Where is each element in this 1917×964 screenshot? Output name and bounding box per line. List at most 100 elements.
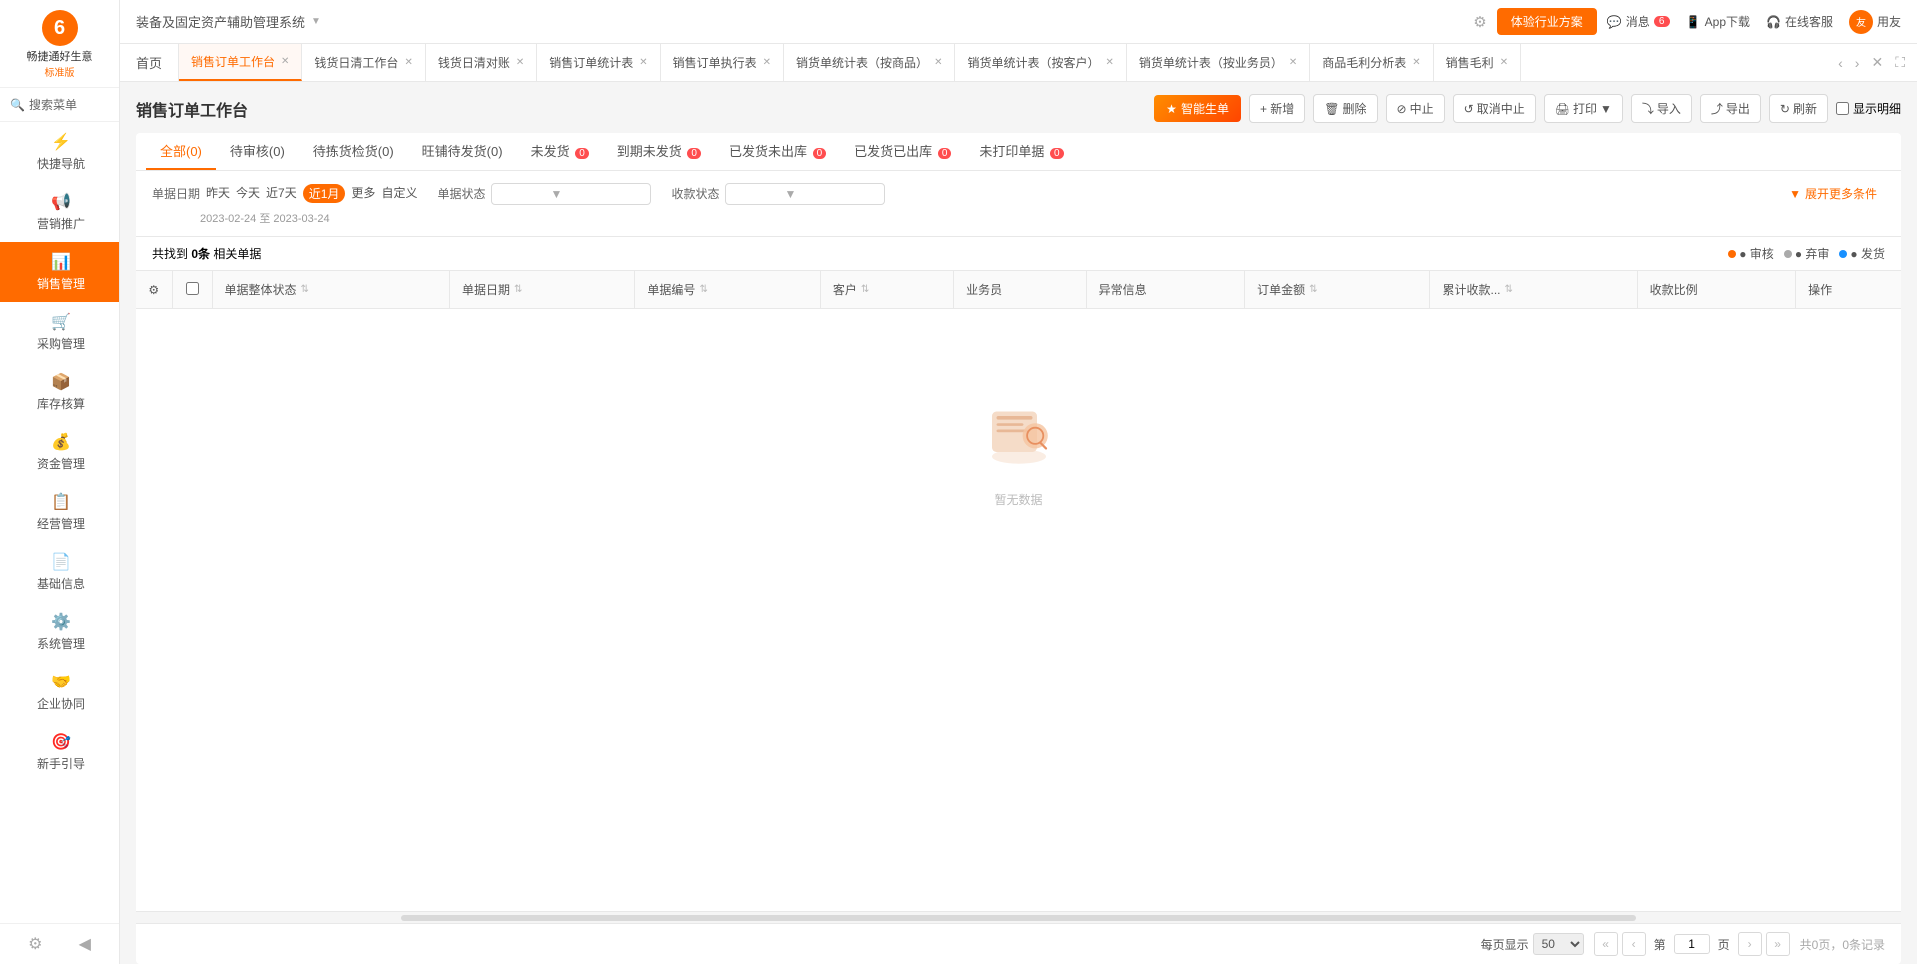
sidebar: 6 畅捷通好生意 标准版 🔍 搜索菜单 ⚡ 快捷导航 📢 营销推广 📊 销售管理…: [0, 0, 120, 964]
tab-close-icon[interactable]: ✕: [516, 57, 524, 68]
date-quick-links: 昨天 今天 近7天 近1月 更多 自定义: [206, 184, 417, 203]
app-title-dropdown-icon[interactable]: ▼: [311, 16, 321, 27]
page-title: 销售订单工作台: [136, 97, 248, 121]
page-label: 第: [1654, 936, 1666, 953]
tab-next-button[interactable]: ›: [1851, 53, 1864, 73]
search-menu-item[interactable]: 🔍 搜索菜单: [0, 88, 119, 122]
tab-cash-daily[interactable]: 钱货日清工作台 ✕: [302, 44, 425, 81]
suspend-button[interactable]: ⊘ 中止: [1386, 94, 1445, 123]
prev-page-button[interactable]: ‹: [1622, 932, 1646, 956]
import-button[interactable]: ⤵ 导入: [1631, 94, 1692, 123]
sidebar-item-system[interactable]: ⚙️ 系统管理: [0, 602, 119, 662]
date-yesterday[interactable]: 昨天: [206, 184, 230, 203]
experience-button[interactable]: 体验行业方案: [1497, 8, 1597, 35]
online-service-button[interactable]: 🎧 在线客服: [1766, 13, 1833, 30]
pagination: « ‹ 第 页 › »: [1594, 932, 1790, 956]
date-7days[interactable]: 近7天: [266, 184, 297, 203]
delete-button[interactable]: 🗑 删除: [1313, 94, 1377, 123]
filter-tab-not-shipped[interactable]: 未发货 0: [517, 133, 603, 170]
settings-gear-icon[interactable]: ⚙: [1473, 13, 1486, 31]
sidebar-item-operation[interactable]: 📋 经营管理: [0, 482, 119, 542]
review-action-button[interactable]: ● 审核: [1728, 245, 1774, 262]
tab-close-icon[interactable]: ✕: [281, 56, 289, 67]
col-number: 单据编号 ⇅: [635, 271, 820, 309]
page-size-select[interactable]: 20 50 100: [1533, 933, 1584, 955]
show-detail-checkbox-label[interactable]: 显示明细: [1836, 100, 1901, 117]
tab-sales-summary-product[interactable]: 销货单统计表（按商品） ✕: [784, 44, 955, 81]
last-page-button[interactable]: »: [1766, 932, 1790, 956]
status-select[interactable]: ▼: [491, 183, 651, 205]
status-sort-button[interactable]: 单据整体状态 ⇅: [225, 281, 438, 298]
filter-tab-not-printed[interactable]: 未打印单据 0: [965, 133, 1077, 170]
filter-tab-all[interactable]: 全部(0): [146, 133, 216, 170]
sidebar-item-basic[interactable]: 📄 基础信息: [0, 542, 119, 602]
next-page-button[interactable]: ›: [1738, 932, 1762, 956]
show-detail-checkbox[interactable]: [1836, 102, 1849, 115]
tab-home[interactable]: 首页: [120, 44, 179, 81]
tab-prev-button[interactable]: ‹: [1834, 53, 1847, 73]
tab-close-icon[interactable]: ✕: [1412, 57, 1420, 68]
collected-sort-button[interactable]: 累计收款... ⇅: [1442, 281, 1624, 298]
tab-close-icon[interactable]: ✕: [934, 57, 942, 68]
payment-select[interactable]: ▼: [725, 183, 885, 205]
sidebar-item-inventory[interactable]: 📦 库存核算: [0, 362, 119, 422]
select-all-checkbox[interactable]: [186, 282, 199, 295]
tab-sales-exec[interactable]: 销售订单执行表 ✕: [661, 44, 784, 81]
page-number-input[interactable]: [1674, 934, 1710, 954]
tab-sales-summary-staff[interactable]: 销货单统计表（按业务员） ✕: [1127, 44, 1310, 81]
sidebar-item-finance[interactable]: 💰 资金管理: [0, 422, 119, 482]
number-sort-button[interactable]: 单据编号 ⇅: [647, 281, 807, 298]
sidebar-item-marketing[interactable]: 📢 营销推广: [0, 182, 119, 242]
tab-sales-workbench[interactable]: 销售订单工作台 ✕: [179, 44, 302, 81]
date-sort-button[interactable]: 单据日期 ⇅: [462, 281, 622, 298]
tab-close-all-button[interactable]: ✕: [1867, 52, 1887, 73]
user-menu[interactable]: 友 用友: [1849, 10, 1901, 34]
print-button[interactable]: 🖨 打印 ▼: [1544, 94, 1623, 123]
sidebar-item-enterprise[interactable]: 🤝 企业协同: [0, 662, 119, 722]
horizontal-scrollbar[interactable]: [401, 915, 1637, 921]
sidebar-item-sales[interactable]: 📊 销售管理: [0, 242, 119, 302]
first-page-button[interactable]: «: [1594, 932, 1618, 956]
sidebar-item-purchase[interactable]: 🛒 采购管理: [0, 302, 119, 362]
tab-close-icon[interactable]: ✕: [404, 57, 412, 68]
tab-gross-profit[interactable]: 商品毛利分析表 ✕: [1310, 44, 1433, 81]
cancel-suspend-button[interactable]: ↺ 取消中止: [1453, 94, 1536, 123]
sidebar-item-quick-nav[interactable]: ⚡ 快捷导航: [0, 122, 119, 182]
column-settings-icon[interactable]: ⚙: [148, 283, 159, 297]
filter-tab-shipped-out[interactable]: 已发货已出库 0: [840, 133, 965, 170]
filter-tab-pending-review[interactable]: 待审核(0): [216, 133, 299, 170]
date-1month[interactable]: 近1月: [303, 184, 346, 203]
tab-sales-summary-customer[interactable]: 销货单统计表（按客户） ✕: [955, 44, 1126, 81]
filter-tab-overdue[interactable]: 到期未发货 0: [603, 133, 715, 170]
tab-cash-reconcile[interactable]: 钱货日清对账 ✕: [426, 44, 537, 81]
anti-review-action-button[interactable]: ● 弃审: [1784, 245, 1830, 262]
export-button[interactable]: ⤴ 导出: [1700, 94, 1761, 123]
refresh-button[interactable]: ↻ 刷新: [1769, 94, 1828, 123]
date-custom[interactable]: 自定义: [381, 184, 417, 203]
customer-sort-button[interactable]: 客户 ⇅: [833, 281, 941, 298]
messages-button[interactable]: 💬 消息 6: [1607, 13, 1670, 30]
ship-action-button[interactable]: ● 发货: [1839, 245, 1885, 262]
tab-close-icon[interactable]: ✕: [1105, 57, 1113, 68]
date-today[interactable]: 今天: [236, 184, 260, 203]
app-download-button[interactable]: 📱 App下载: [1686, 13, 1750, 30]
filter-tab-wangpu[interactable]: 旺铺待发货(0): [408, 133, 517, 170]
tab-close-icon[interactable]: ✕: [1500, 57, 1508, 68]
amount-sort-button[interactable]: 订单金额 ⇅: [1257, 281, 1417, 298]
settings-bottom-icon[interactable]: ⚙: [28, 934, 42, 954]
ai-generate-button[interactable]: ★ 智能生单: [1154, 95, 1241, 122]
tab-close-icon[interactable]: ✕: [1289, 57, 1297, 68]
tab-close-icon[interactable]: ✕: [763, 57, 771, 68]
tab-sales-profit[interactable]: 销售毛利 ✕: [1434, 44, 1521, 81]
filter-tab-pending-inspect[interactable]: 待拣货检货(0): [299, 133, 408, 170]
filter-tab-shipped-not-out[interactable]: 已发货未出库 0: [715, 133, 840, 170]
date-more[interactable]: 更多: [351, 184, 375, 203]
col-salesperson: 业务员: [954, 271, 1086, 309]
expand-filters-button[interactable]: ▼ 展开更多条件: [1781, 181, 1885, 206]
tab-sales-stats[interactable]: 销售订单统计表 ✕: [537, 44, 660, 81]
add-button[interactable]: + 新增: [1249, 94, 1305, 123]
tab-fullscreen-button[interactable]: ⛶: [1891, 52, 1909, 73]
tab-close-icon[interactable]: ✕: [639, 57, 647, 68]
collapse-icon[interactable]: ◀: [79, 934, 91, 954]
sidebar-item-guide[interactable]: 🎯 新手引导: [0, 722, 119, 782]
